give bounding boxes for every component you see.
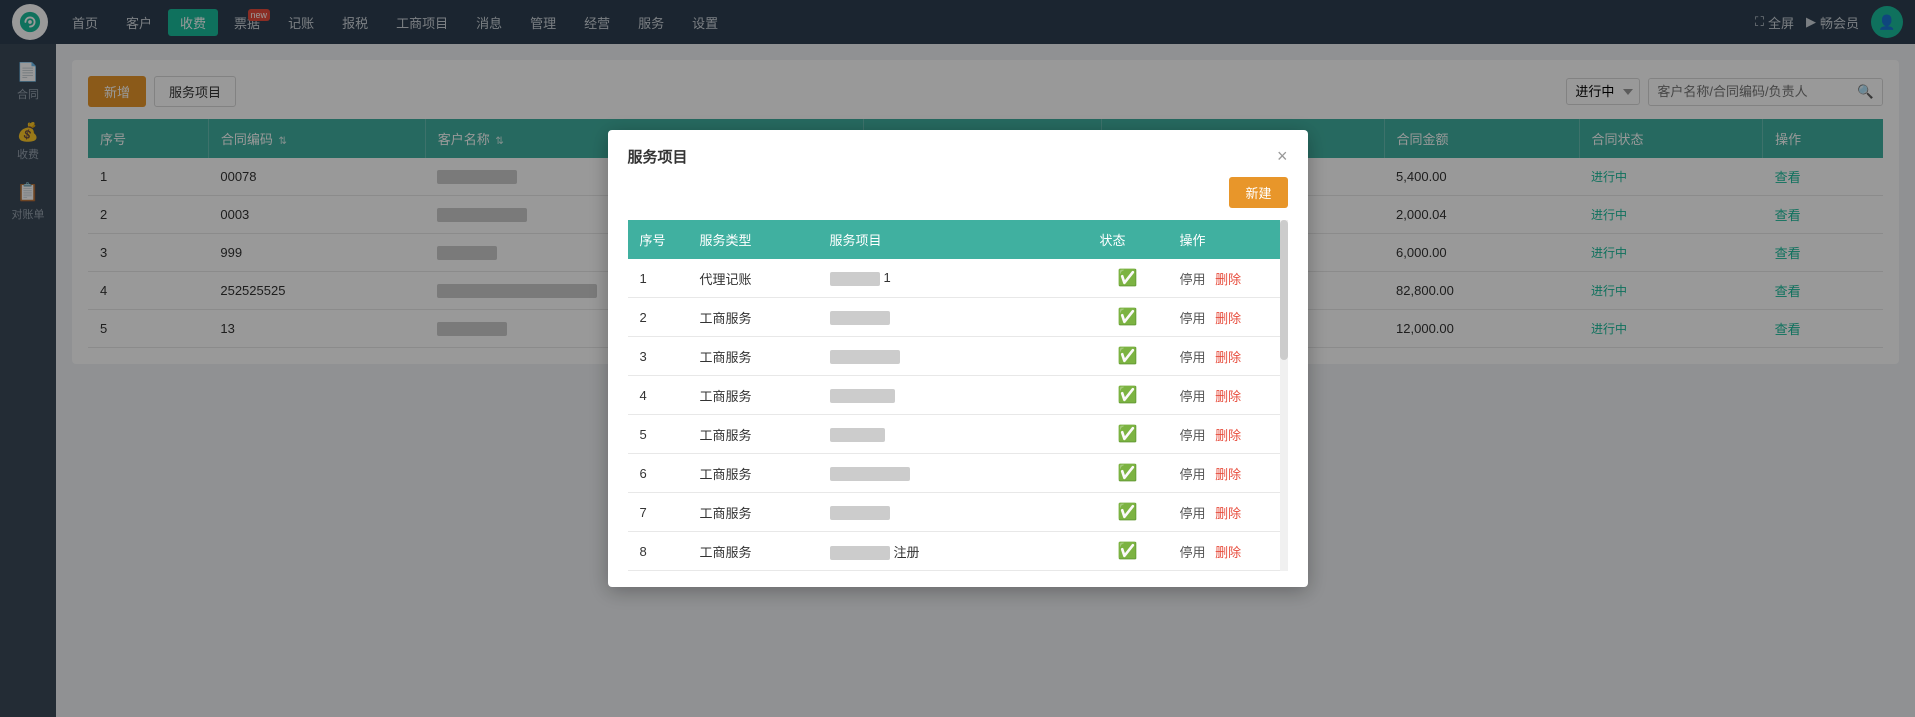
modal-toolbar: 新建 (608, 177, 1308, 220)
modal-overlay[interactable]: 服务项目 × 新建 序号 服务类型 服务项目 状态 操作 (0, 0, 1915, 717)
modal-close-button[interactable]: × (1277, 146, 1288, 167)
mcell-status: ✅ (1088, 532, 1168, 571)
mcell-status: ✅ (1088, 415, 1168, 454)
mcol-action: 操作 (1168, 220, 1288, 259)
mcell-ops: 停用 删除 (1168, 259, 1288, 298)
stop-button[interactable]: 停用 (1180, 428, 1206, 443)
delete-button[interactable]: 删除 (1215, 428, 1241, 443)
mcell-seq: 2 (628, 298, 688, 337)
modal-table-row: 4 工商服务 ✅ 停用 删除 (628, 376, 1288, 415)
delete-button[interactable]: 删除 (1215, 467, 1241, 482)
status-check-icon: ✅ (1118, 309, 1138, 326)
mcell-ops: 停用 删除 (1168, 376, 1288, 415)
modal-table-row: 6 工商服务 ✅ 停用 删除 (628, 454, 1288, 493)
stop-button[interactable]: 停用 (1180, 350, 1206, 365)
modal-body: 序号 服务类型 服务项目 状态 操作 1 代理记账 1 ✅ 停用 删除 2 (608, 220, 1308, 587)
mcell-item: 1 (818, 259, 1088, 298)
scrollbar-thumb[interactable] (1280, 220, 1288, 360)
delete-button[interactable]: 删除 (1215, 350, 1241, 365)
status-check-icon: ✅ (1118, 504, 1138, 521)
mcell-type: 工商服务 (688, 493, 818, 532)
status-check-icon: ✅ (1118, 270, 1138, 287)
mcell-ops: 停用 删除 (1168, 337, 1288, 376)
status-check-icon: ✅ (1118, 543, 1138, 560)
modal-table-row: 8 工商服务 注册 ✅ 停用 删除 (628, 532, 1288, 571)
status-check-icon: ✅ (1118, 348, 1138, 365)
service-modal: 服务项目 × 新建 序号 服务类型 服务项目 状态 操作 (608, 130, 1308, 587)
mcell-ops: 停用 删除 (1168, 415, 1288, 454)
status-check-icon: ✅ (1118, 387, 1138, 404)
stop-button[interactable]: 停用 (1180, 467, 1206, 482)
table-scroll-area: 序号 服务类型 服务项目 状态 操作 1 代理记账 1 ✅ 停用 删除 2 (628, 220, 1288, 571)
mcell-ops: 停用 删除 (1168, 532, 1288, 571)
modal-table-row: 2 工商服务 ✅ 停用 删除 (628, 298, 1288, 337)
delete-button[interactable]: 删除 (1215, 389, 1241, 404)
mcell-seq: 8 (628, 532, 688, 571)
mcell-seq: 4 (628, 376, 688, 415)
mcell-type: 代理记账 (688, 259, 818, 298)
stop-button[interactable]: 停用 (1180, 545, 1206, 560)
mcell-type: 工商服务 (688, 454, 818, 493)
mcol-status: 状态 (1088, 220, 1168, 259)
mcell-status: ✅ (1088, 259, 1168, 298)
mcell-type: 工商服务 (688, 298, 818, 337)
modal-table-row: 3 工商服务 ✅ 停用 删除 (628, 337, 1288, 376)
delete-button[interactable]: 删除 (1215, 545, 1241, 560)
mcell-ops: 停用 删除 (1168, 493, 1288, 532)
mcell-item (818, 337, 1088, 376)
status-check-icon: ✅ (1118, 426, 1138, 443)
modal-title: 服务项目 (628, 146, 688, 167)
mcell-item (818, 376, 1088, 415)
mcell-seq: 6 (628, 454, 688, 493)
delete-button[interactable]: 删除 (1215, 311, 1241, 326)
delete-button[interactable]: 删除 (1215, 506, 1241, 521)
modal-header: 服务项目 × (608, 130, 1308, 177)
mcell-seq: 1 (628, 259, 688, 298)
delete-button[interactable]: 删除 (1215, 272, 1241, 287)
stop-button[interactable]: 停用 (1180, 506, 1206, 521)
modal-table-row: 1 代理记账 1 ✅ 停用 删除 (628, 259, 1288, 298)
mcell-type: 工商服务 (688, 532, 818, 571)
service-table: 序号 服务类型 服务项目 状态 操作 1 代理记账 1 ✅ 停用 删除 2 (628, 220, 1288, 571)
stop-button[interactable]: 停用 (1180, 272, 1206, 287)
mcell-type: 工商服务 (688, 337, 818, 376)
mcell-status: ✅ (1088, 298, 1168, 337)
mcell-status: ✅ (1088, 454, 1168, 493)
mcol-seq: 序号 (628, 220, 688, 259)
mcell-item (818, 454, 1088, 493)
mcell-seq: 7 (628, 493, 688, 532)
mcell-status: ✅ (1088, 493, 1168, 532)
mcol-item: 服务项目 (818, 220, 1088, 259)
mcell-item (818, 493, 1088, 532)
mcell-status: ✅ (1088, 337, 1168, 376)
stop-button[interactable]: 停用 (1180, 389, 1206, 404)
mcell-item (818, 415, 1088, 454)
mcell-seq: 5 (628, 415, 688, 454)
scrollbar-track[interactable] (1280, 220, 1288, 571)
modal-new-button[interactable]: 新建 (1229, 177, 1287, 208)
mcell-type: 工商服务 (688, 415, 818, 454)
stop-button[interactable]: 停用 (1180, 311, 1206, 326)
status-check-icon: ✅ (1118, 465, 1138, 482)
modal-table-row: 5 工商服务 ✅ 停用 删除 (628, 415, 1288, 454)
mcol-type: 服务类型 (688, 220, 818, 259)
mcell-item (818, 298, 1088, 337)
mcell-ops: 停用 删除 (1168, 454, 1288, 493)
mcell-seq: 3 (628, 337, 688, 376)
modal-table-row: 7 工商服务 ✅ 停用 删除 (628, 493, 1288, 532)
mcell-status: ✅ (1088, 376, 1168, 415)
mcell-item: 注册 (818, 532, 1088, 571)
mcell-ops: 停用 删除 (1168, 298, 1288, 337)
mcell-type: 工商服务 (688, 376, 818, 415)
